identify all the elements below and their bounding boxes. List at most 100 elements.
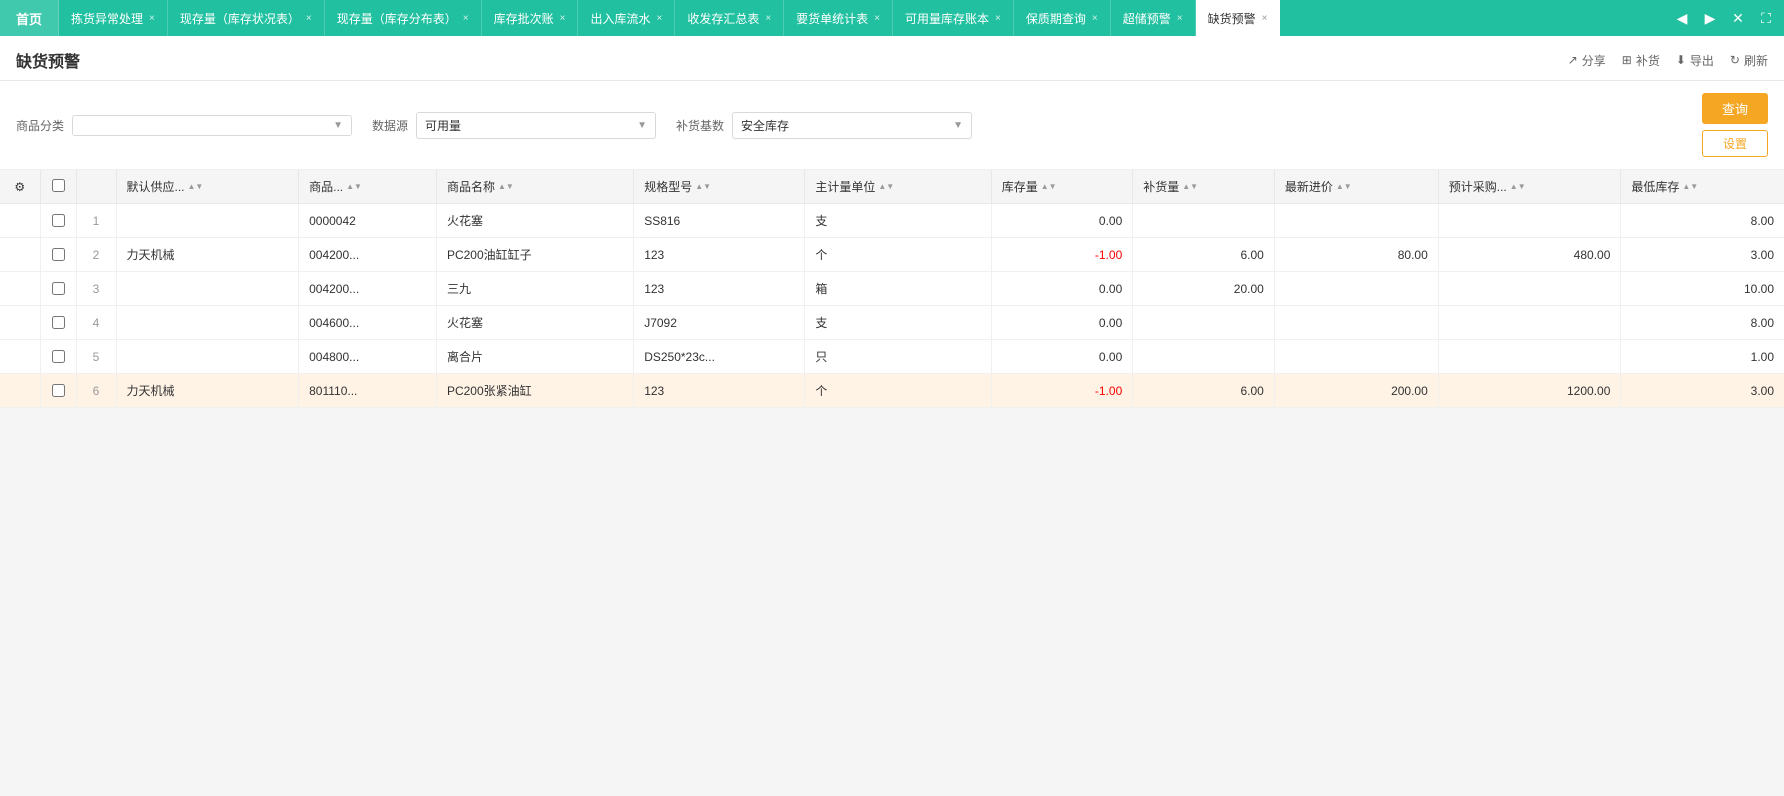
table-row: 1 0000042 火花塞 SS816 支 0.00 8.00 [0, 204, 1784, 238]
row-stock-2: 0.00 [991, 272, 1133, 306]
replenish-button[interactable]: ⊞ 补货 [1622, 52, 1660, 69]
tab-close-4[interactable]: × [560, 13, 566, 24]
row-code-5: 801110... [299, 374, 437, 408]
tab-home[interactable]: 首页 [0, 0, 59, 36]
tab-close-2[interactable]: × [306, 13, 312, 24]
row-price-0 [1274, 204, 1438, 238]
tab-close-all-button[interactable]: ✕ [1724, 4, 1752, 32]
sort-arrows-supplier: ▲▼ [188, 183, 204, 191]
th-est-purchase[interactable]: 预计采购... ▲▼ [1438, 170, 1621, 204]
row-name-4: 离合片 [436, 340, 633, 374]
th-item-code[interactable]: 商品... ▲▼ [299, 170, 437, 204]
tab-close-1[interactable]: × [149, 13, 155, 24]
query-button[interactable]: 查询 [1702, 93, 1768, 124]
row-stock-4: 0.00 [991, 340, 1133, 374]
tab-next-button[interactable]: ▶ [1696, 4, 1724, 32]
select-all-checkbox[interactable] [52, 179, 65, 192]
th-unit[interactable]: 主计量单位 ▲▼ [805, 170, 991, 204]
table-row: 5 004800... 离合片 DS250*23c... 只 0.00 1.00 [0, 340, 1784, 374]
tab-11[interactable]: 缺货预警 × [1196, 0, 1281, 36]
tab-close-6[interactable]: × [765, 13, 771, 24]
row-price-1: 80.00 [1274, 238, 1438, 272]
refresh-button[interactable]: ↻ 刷新 [1730, 52, 1768, 69]
th-stock[interactable]: 库存量 ▲▼ [991, 170, 1133, 204]
datasource-select[interactable]: 可用量 ▼ [416, 112, 656, 139]
tab-prev-button[interactable]: ◀ [1668, 4, 1696, 32]
table-row: 3 004200... 三九 123 箱 0.00 20.00 10.00 [0, 272, 1784, 306]
row-checkbox-5[interactable] [52, 384, 65, 397]
th-settings[interactable]: ⚙ [0, 170, 40, 204]
row-index-5: 6 [76, 374, 116, 408]
th-min-stock[interactable]: 最低库存 ▲▼ [1621, 170, 1784, 204]
row-checkbox-0[interactable] [52, 214, 65, 227]
tab-close-10[interactable]: × [1177, 13, 1183, 24]
tab-10[interactable]: 超储预警 × [1111, 0, 1196, 36]
row-spec-4: DS250*23c... [634, 340, 805, 374]
category-select[interactable]: ▼ [72, 115, 352, 136]
tab-5[interactable]: 出入库流水 × [578, 0, 675, 36]
row-checkbox-cell-4[interactable] [40, 340, 76, 374]
tab-1[interactable]: 拣货异常处理 × [59, 0, 168, 36]
row-minstock-0: 8.00 [1621, 204, 1784, 238]
settings-button[interactable]: 设置 [1702, 130, 1768, 157]
row-stock-1: -1.00 [991, 238, 1133, 272]
row-minstock-1: 3.00 [1621, 238, 1784, 272]
page-title: 缺货预警 [16, 48, 1568, 72]
row-price-4 [1274, 340, 1438, 374]
tab-3[interactable]: 现存量（库存分布表） × [325, 0, 482, 36]
row-supplier-5: 力天机械 [116, 374, 299, 408]
row-checkbox-2[interactable] [52, 282, 65, 295]
row-checkbox-cell-5[interactable] [40, 374, 76, 408]
replenish-icon: ⊞ [1622, 53, 1632, 67]
row-checkbox-3[interactable] [52, 316, 65, 329]
tab-close-5[interactable]: × [656, 13, 662, 24]
row-index-1: 2 [76, 238, 116, 272]
row-stock-3: 0.00 [991, 306, 1133, 340]
row-checkbox-cell-3[interactable] [40, 306, 76, 340]
row-checkbox-cell-0[interactable] [40, 204, 76, 238]
tab-2[interactable]: 现存量（库存状况表） × [168, 0, 325, 36]
row-unit-4: 只 [805, 340, 991, 374]
row-checkbox-4[interactable] [52, 350, 65, 363]
th-checkbox[interactable] [40, 170, 76, 204]
datasource-select-value: 可用量 [425, 117, 637, 134]
tab-close-3[interactable]: × [463, 13, 469, 24]
replenish-base-select[interactable]: 安全库存 ▼ [732, 112, 972, 139]
row-replenish-1: 6.00 [1133, 238, 1275, 272]
tab-9[interactable]: 保质期查询 × [1014, 0, 1111, 36]
row-spec-1: 123 [634, 238, 805, 272]
datasource-filter-group: 数据源 可用量 ▼ [372, 112, 656, 139]
tab-8[interactable]: 可用量库存账本 × [893, 0, 1014, 36]
row-checkbox-1[interactable] [52, 248, 65, 261]
th-default-supplier[interactable]: 默认供应... ▲▼ [116, 170, 299, 204]
row-name-3: 火花塞 [436, 306, 633, 340]
row-est-4 [1438, 340, 1621, 374]
row-minstock-3: 8.00 [1621, 306, 1784, 340]
row-replenish-3 [1133, 306, 1275, 340]
tab-6[interactable]: 收发存汇总表 × [675, 0, 784, 36]
th-replenish-qty[interactable]: 补货量 ▲▼ [1133, 170, 1275, 204]
row-est-3 [1438, 306, 1621, 340]
row-checkbox-cell-1[interactable] [40, 238, 76, 272]
tab-4[interactable]: 库存批次账 × [482, 0, 579, 36]
row-checkbox-cell-2[interactable] [40, 272, 76, 306]
tab-close-11[interactable]: × [1262, 13, 1268, 24]
row-code-0: 0000042 [299, 204, 437, 238]
tab-7[interactable]: 要货单统计表 × [784, 0, 893, 36]
share-button[interactable]: ↗ 分享 [1568, 52, 1606, 69]
refresh-icon: ↻ [1730, 53, 1740, 67]
row-est-5: 1200.00 [1438, 374, 1621, 408]
row-price-5: 200.00 [1274, 374, 1438, 408]
row-code-2: 004200... [299, 272, 437, 306]
tab-close-8[interactable]: × [995, 13, 1001, 24]
gear-icon: ⚙ [14, 180, 25, 194]
tab-close-7[interactable]: × [874, 13, 880, 24]
category-filter-group: 商品分类 ▼ [16, 115, 352, 136]
th-spec[interactable]: 规格型号 ▲▼ [634, 170, 805, 204]
tab-close-9[interactable]: × [1092, 13, 1098, 24]
export-button[interactable]: ⬇ 导出 [1676, 52, 1714, 69]
row-replenish-5: 6.00 [1133, 374, 1275, 408]
th-latest-price[interactable]: 最新进价 ▲▼ [1274, 170, 1438, 204]
tab-expand-button[interactable]: ⛶ [1752, 4, 1780, 32]
th-item-name[interactable]: 商品名称 ▲▼ [436, 170, 633, 204]
